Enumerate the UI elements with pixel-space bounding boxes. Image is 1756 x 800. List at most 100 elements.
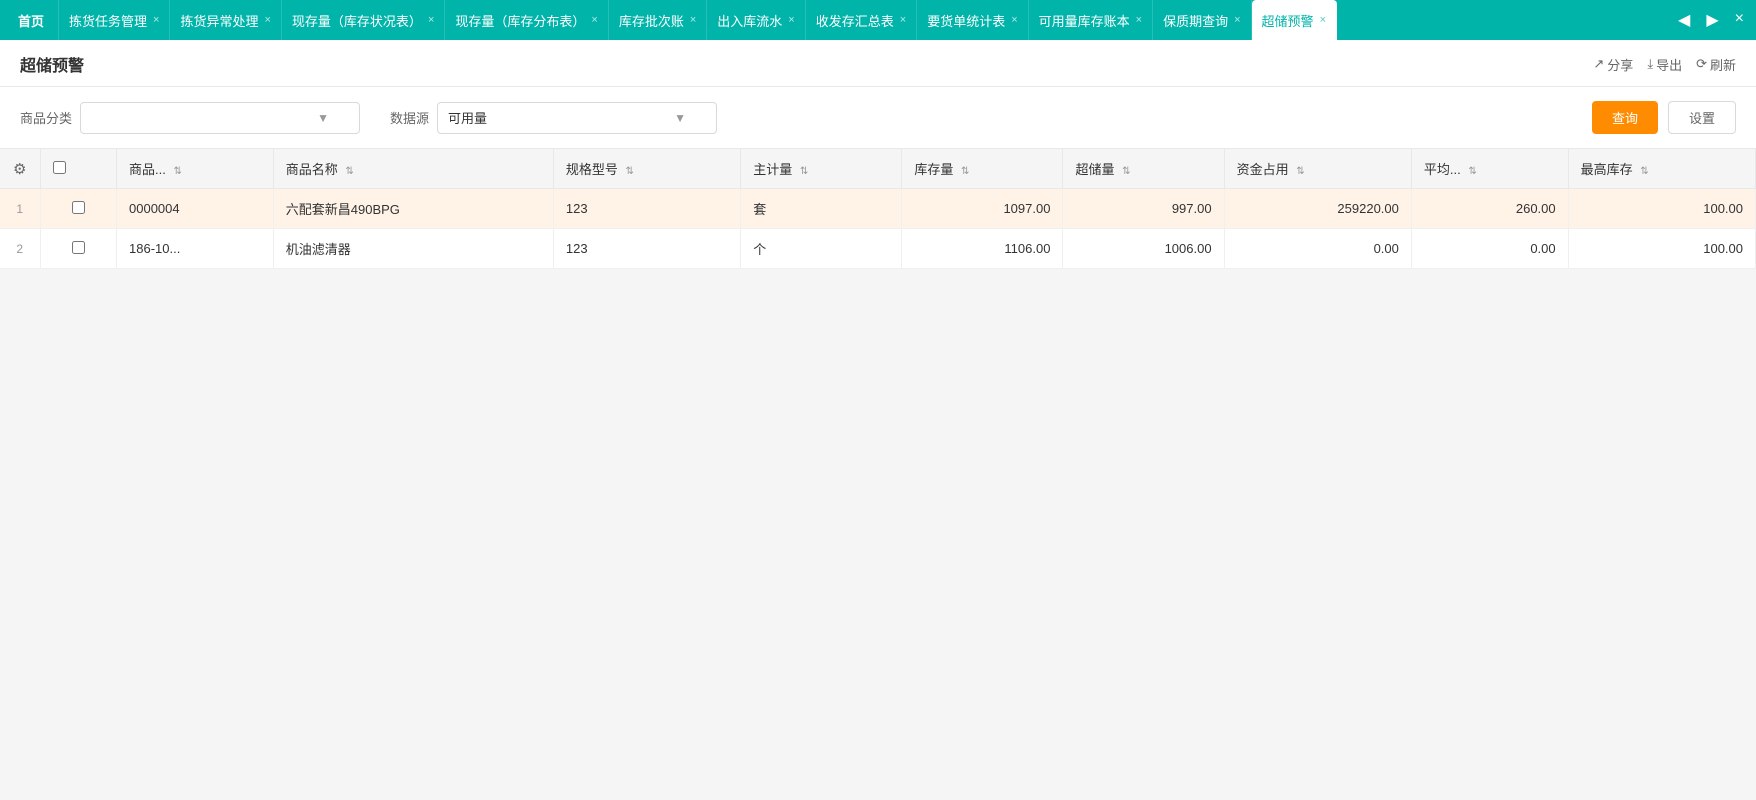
col-product-code-label: 商品... xyxy=(129,162,166,177)
col-product-code[interactable]: 商品... ⇅ xyxy=(117,149,274,189)
select-all-checkbox[interactable] xyxy=(53,161,66,174)
export-button[interactable]: ⤓ 导出 xyxy=(1647,55,1682,74)
col-avg[interactable]: 平均... ⇅ xyxy=(1411,149,1568,189)
close-icon[interactable]: × xyxy=(428,14,434,26)
datasource-label: 数据源 xyxy=(390,108,429,127)
chevron-down-icon: ▼ xyxy=(674,111,686,125)
col-capital-label: 资金占用 xyxy=(1237,162,1289,177)
close-icon[interactable]: × xyxy=(788,14,794,26)
avg-value: 0.00 xyxy=(1411,229,1568,269)
query-button[interactable]: 查询 xyxy=(1592,101,1658,134)
col-max-stock[interactable]: 最高库存 ⇅ xyxy=(1568,149,1755,189)
sort-icon: ⇅ xyxy=(173,166,181,177)
category-label: 商品分类 xyxy=(20,108,72,127)
close-icon[interactable]: × xyxy=(1234,14,1240,26)
col-product-name[interactable]: 商品名称 ⇅ xyxy=(273,149,553,189)
filter-actions: 查询 设置 xyxy=(1592,101,1736,134)
product-spec: 123 xyxy=(553,229,740,269)
col-max-stock-label: 最高库存 xyxy=(1581,162,1633,177)
filter-row: 商品分类 ▼ 数据源 可用量 ▼ 查询 设置 xyxy=(0,87,1756,149)
row-checkbox-cell[interactable] xyxy=(40,229,117,269)
sort-icon: ⇅ xyxy=(1296,166,1304,177)
close-icon[interactable]: × xyxy=(591,14,597,26)
datasource-filter: 数据源 可用量 ▼ xyxy=(390,102,717,134)
col-spec[interactable]: 规格型号 ⇅ xyxy=(553,149,740,189)
data-table-container: ⚙ 商品... ⇅ 商品名称 ⇅ 规格型号 ⇅ 主计量 xyxy=(0,149,1756,269)
table-row: 2 186-10... 机油滤清器 123 个 1106.00 1006.00 … xyxy=(0,229,1756,269)
over-stock-qty: 997.00 xyxy=(1063,189,1224,229)
close-icon[interactable]: × xyxy=(1011,14,1017,26)
max-stock: 100.00 xyxy=(1568,189,1755,229)
close-icon[interactable]: × xyxy=(1136,14,1142,26)
sort-icon: ⇅ xyxy=(626,166,634,177)
sort-icon: ⇅ xyxy=(1122,166,1130,177)
nav-scroll-arrows: ◀ ▶ × xyxy=(1670,10,1752,30)
category-select[interactable]: ▼ xyxy=(80,102,360,134)
nav-next-arrow[interactable]: ▶ xyxy=(1698,10,1726,30)
sort-icon: ⇅ xyxy=(1640,166,1648,177)
col-over-stock-label: 超储量 xyxy=(1075,162,1114,177)
table-row: 1 0000004 六配套新昌490BPG 123 套 1097.00 997.… xyxy=(0,189,1756,229)
settings-button[interactable]: 设置 xyxy=(1668,101,1736,134)
col-product-name-label: 商品名称 xyxy=(286,162,338,177)
capital-occupation: 0.00 xyxy=(1224,229,1411,269)
datasource-select[interactable]: 可用量 ▼ xyxy=(437,102,717,134)
close-icon[interactable]: × xyxy=(1320,14,1326,26)
close-icon[interactable]: × xyxy=(153,14,159,26)
export-icon: ⤓ xyxy=(1647,56,1653,72)
row-index: 1 xyxy=(0,189,40,229)
category-filter: 商品分类 ▼ xyxy=(20,102,360,134)
gear-icon: ⚙ xyxy=(13,161,26,178)
nav-prev-arrow[interactable]: ◀ xyxy=(1670,10,1698,30)
refresh-icon: ⟳ xyxy=(1696,56,1707,72)
chevron-down-icon: ▼ xyxy=(317,111,329,125)
nav-over-stock[interactable]: 超储预警 × xyxy=(1252,0,1337,40)
col-stock[interactable]: 库存量 ⇅ xyxy=(902,149,1063,189)
nav-batch-account[interactable]: 库存批次账 × xyxy=(609,0,707,40)
row-checkbox[interactable] xyxy=(72,201,85,214)
table-header-row: ⚙ 商品... ⇅ 商品名称 ⇅ 规格型号 ⇅ 主计量 xyxy=(0,149,1756,189)
nav-stock-status[interactable]: 现存量（库存状况表） × xyxy=(282,0,445,40)
col-unit-label: 主计量 xyxy=(753,162,792,177)
over-stock-qty: 1006.00 xyxy=(1063,229,1224,269)
product-code: 186-10... xyxy=(117,229,274,269)
nav-home[interactable]: 首页 xyxy=(4,0,59,40)
row-checkbox-cell[interactable] xyxy=(40,189,117,229)
sort-icon: ⇅ xyxy=(961,166,969,177)
col-spec-label: 规格型号 xyxy=(566,162,618,177)
product-name: 机油滤清器 xyxy=(273,229,553,269)
stock-qty: 1097.00 xyxy=(902,189,1063,229)
capital-occupation: 259220.00 xyxy=(1224,189,1411,229)
page-title: 超储预警 xyxy=(20,52,84,76)
row-index: 2 xyxy=(0,229,40,269)
col-unit[interactable]: 主计量 ⇅ xyxy=(741,149,902,189)
col-settings[interactable]: ⚙ xyxy=(0,149,40,189)
nav-order-stats[interactable]: 要货单统计表 × xyxy=(917,0,1028,40)
share-icon: ↗ xyxy=(1593,56,1604,72)
nav-close-all[interactable]: × xyxy=(1727,10,1752,30)
product-name: 六配套新昌490BPG xyxy=(273,189,553,229)
col-stock-label: 库存量 xyxy=(914,162,953,177)
nav-flow[interactable]: 出入库流水 × xyxy=(707,0,805,40)
nav-expiry[interactable]: 保质期查询 × xyxy=(1153,0,1251,40)
nav-available-stock[interactable]: 可用量库存账本 × xyxy=(1029,0,1153,40)
refresh-button[interactable]: ⟳ 刷新 xyxy=(1696,55,1736,74)
share-button[interactable]: ↗ 分享 xyxy=(1593,55,1633,74)
nav-pick-exception[interactable]: 拣货异常处理 × xyxy=(170,0,281,40)
product-code: 0000004 xyxy=(117,189,274,229)
row-checkbox[interactable] xyxy=(72,241,85,254)
stock-qty: 1106.00 xyxy=(902,229,1063,269)
top-navigation: 首页 拣货任务管理 × 拣货异常处理 × 现存量（库存状况表） × 现存量（库存… xyxy=(0,0,1756,40)
nav-stock-dist[interactable]: 现存量（库存分布表） × xyxy=(445,0,608,40)
col-over-stock[interactable]: 超储量 ⇅ xyxy=(1063,149,1224,189)
close-icon[interactable]: × xyxy=(900,14,906,26)
close-icon[interactable]: × xyxy=(690,14,696,26)
nav-pick-task[interactable]: 拣货任务管理 × xyxy=(59,0,170,40)
close-icon[interactable]: × xyxy=(264,14,270,26)
col-avg-label: 平均... xyxy=(1424,162,1461,177)
nav-summary[interactable]: 收发存汇总表 × xyxy=(806,0,917,40)
col-capital[interactable]: 资金占用 ⇅ xyxy=(1224,149,1411,189)
col-checkbox[interactable] xyxy=(40,149,117,189)
sort-icon: ⇅ xyxy=(345,166,353,177)
product-unit: 套 xyxy=(741,189,902,229)
